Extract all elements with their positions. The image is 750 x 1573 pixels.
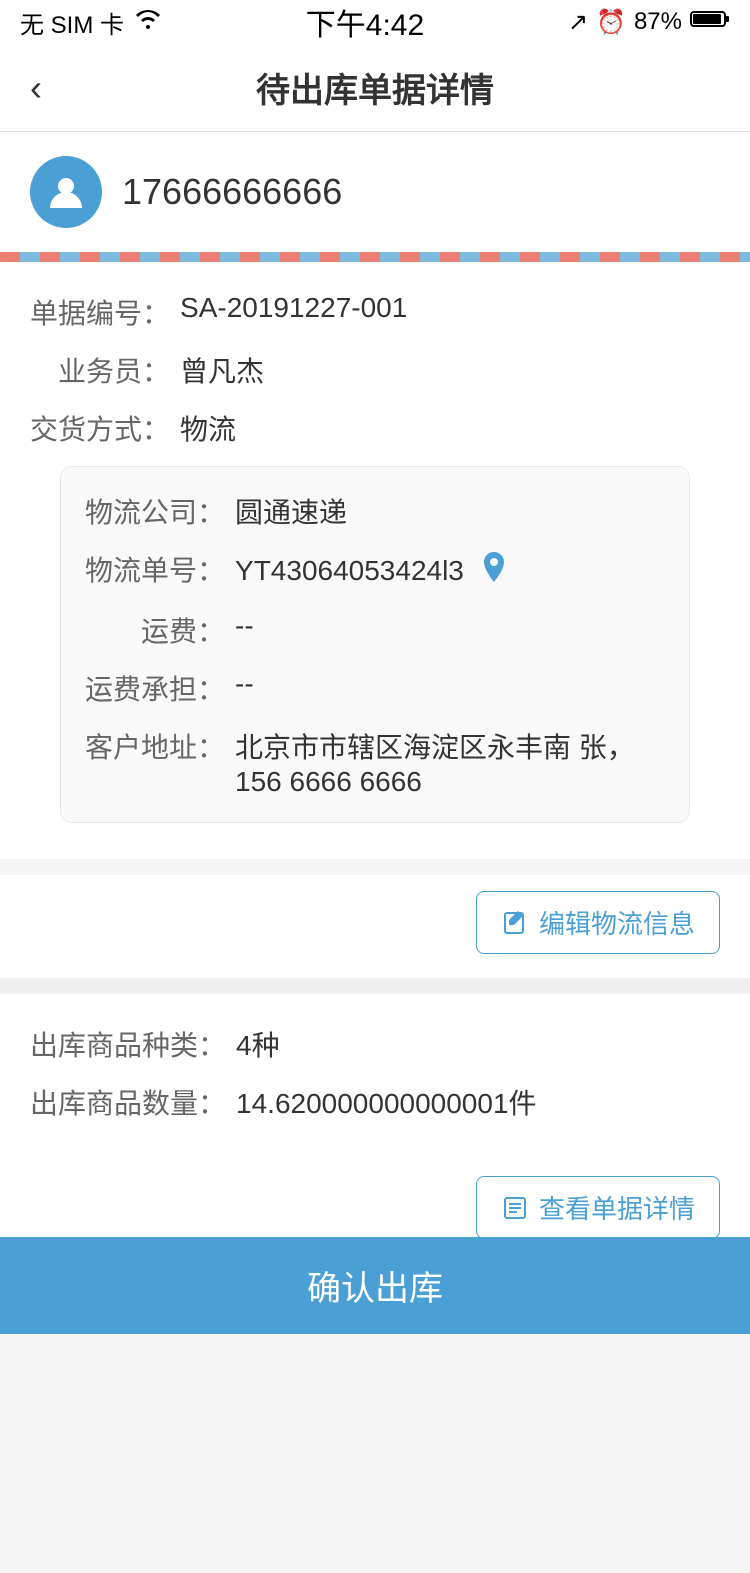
freight-bear-value: -- (235, 668, 665, 700)
view-detail-button[interactable]: 查看单据详情 (476, 1176, 720, 1239)
edit-logistics-button[interactable]: 编辑物流信息 (476, 891, 720, 954)
freight-label: 运费： (85, 610, 225, 650)
address-row: 客户地址： 北京市市辖区海淀区永丰南 张，156 6666 6666 (85, 726, 665, 798)
edit-logistics-wrap: 编辑物流信息 (0, 875, 750, 978)
goods-qty-row: 出库商品数量： 14.620000000000001件 (30, 1082, 720, 1122)
goods-type-row: 出库商品种类： 4种 (30, 1024, 720, 1064)
address-label: 客户地址： (85, 726, 225, 766)
status-right: ↗ ⏰ 87% (568, 8, 730, 37)
address-value: 北京市市辖区海淀区永丰南 张，156 6666 6666 (235, 726, 665, 798)
status-bar: 无 SIM 卡 下午4:42 ↗ ⏰ 87% (0, 0, 750, 44)
goods-qty-value: 14.620000000000001件 (236, 1082, 537, 1122)
freight-bear-row: 运费承担： -- (85, 668, 665, 708)
salesperson-label: 业务员： (30, 350, 170, 390)
logistics-tracking-value: YT43064053424l3 (235, 549, 665, 592)
freight-value: -- (235, 610, 665, 642)
freight-bear-label: 运费承担： (85, 668, 225, 708)
goods-type-label: 出库商品种类： (30, 1024, 226, 1064)
delivery-value: 物流 (180, 408, 720, 448)
section-divider (0, 978, 750, 994)
page-title: 待出库单据详情 (256, 63, 494, 112)
customer-header: 17666666666 (0, 132, 750, 252)
delivery-label: 交货方式： (30, 408, 170, 448)
goods-section: 出库商品种类： 4种 出库商品数量： 14.620000000000001件 (0, 994, 750, 1160)
order-no-row: 单据编号： SA-20191227-001 (30, 292, 720, 332)
logistics-card: 物流公司： 圆通速递 物流单号： YT43064053424l3 运费： -- (60, 466, 690, 823)
delivery-row: 交货方式： 物流 (30, 408, 720, 448)
order-no-label: 单据编号： (30, 292, 170, 332)
salesperson-row: 业务员： 曾凡杰 (30, 350, 720, 390)
confirm-btn-wrap: 确认出库 (0, 1237, 750, 1334)
status-time: 下午4:42 (306, 0, 424, 44)
goods-type-value: 4种 (236, 1024, 280, 1064)
battery-text: 87% (634, 8, 682, 36)
logistics-company-row: 物流公司： 圆通速递 (85, 491, 665, 531)
map-pin-icon[interactable] (476, 549, 512, 592)
goods-qty-label: 出库商品数量： (30, 1082, 226, 1122)
battery-icon (690, 8, 730, 36)
salesperson-value: 曾凡杰 (180, 350, 720, 390)
logistics-tracking-label: 物流单号： (85, 549, 225, 589)
avatar (30, 156, 102, 228)
back-button[interactable]: ‹ (30, 67, 42, 109)
order-info-section: 单据编号： SA-20191227-001 业务员： 曾凡杰 交货方式： 物流 … (0, 262, 750, 859)
customer-phone: 17666666666 (122, 171, 342, 213)
confirm-outbound-button[interactable]: 确认出库 (307, 1261, 443, 1310)
logistics-company-value: 圆通速递 (235, 491, 665, 531)
logistics-company-label: 物流公司： (85, 491, 225, 531)
logistics-tracking-row: 物流单号： YT43064053424l3 (85, 549, 665, 592)
alarm-icon: ⏰ (596, 8, 626, 37)
status-left: 无 SIM 卡 (20, 5, 162, 40)
signal-text: 无 SIM 卡 (20, 5, 124, 40)
freight-row: 运费： -- (85, 610, 665, 650)
nav-bar: ‹ 待出库单据详情 (0, 44, 750, 132)
wifi-icon (134, 8, 162, 36)
dashed-separator (0, 252, 750, 262)
location-status-icon: ↗ (568, 8, 588, 37)
order-no-value: SA-20191227-001 (180, 292, 720, 324)
